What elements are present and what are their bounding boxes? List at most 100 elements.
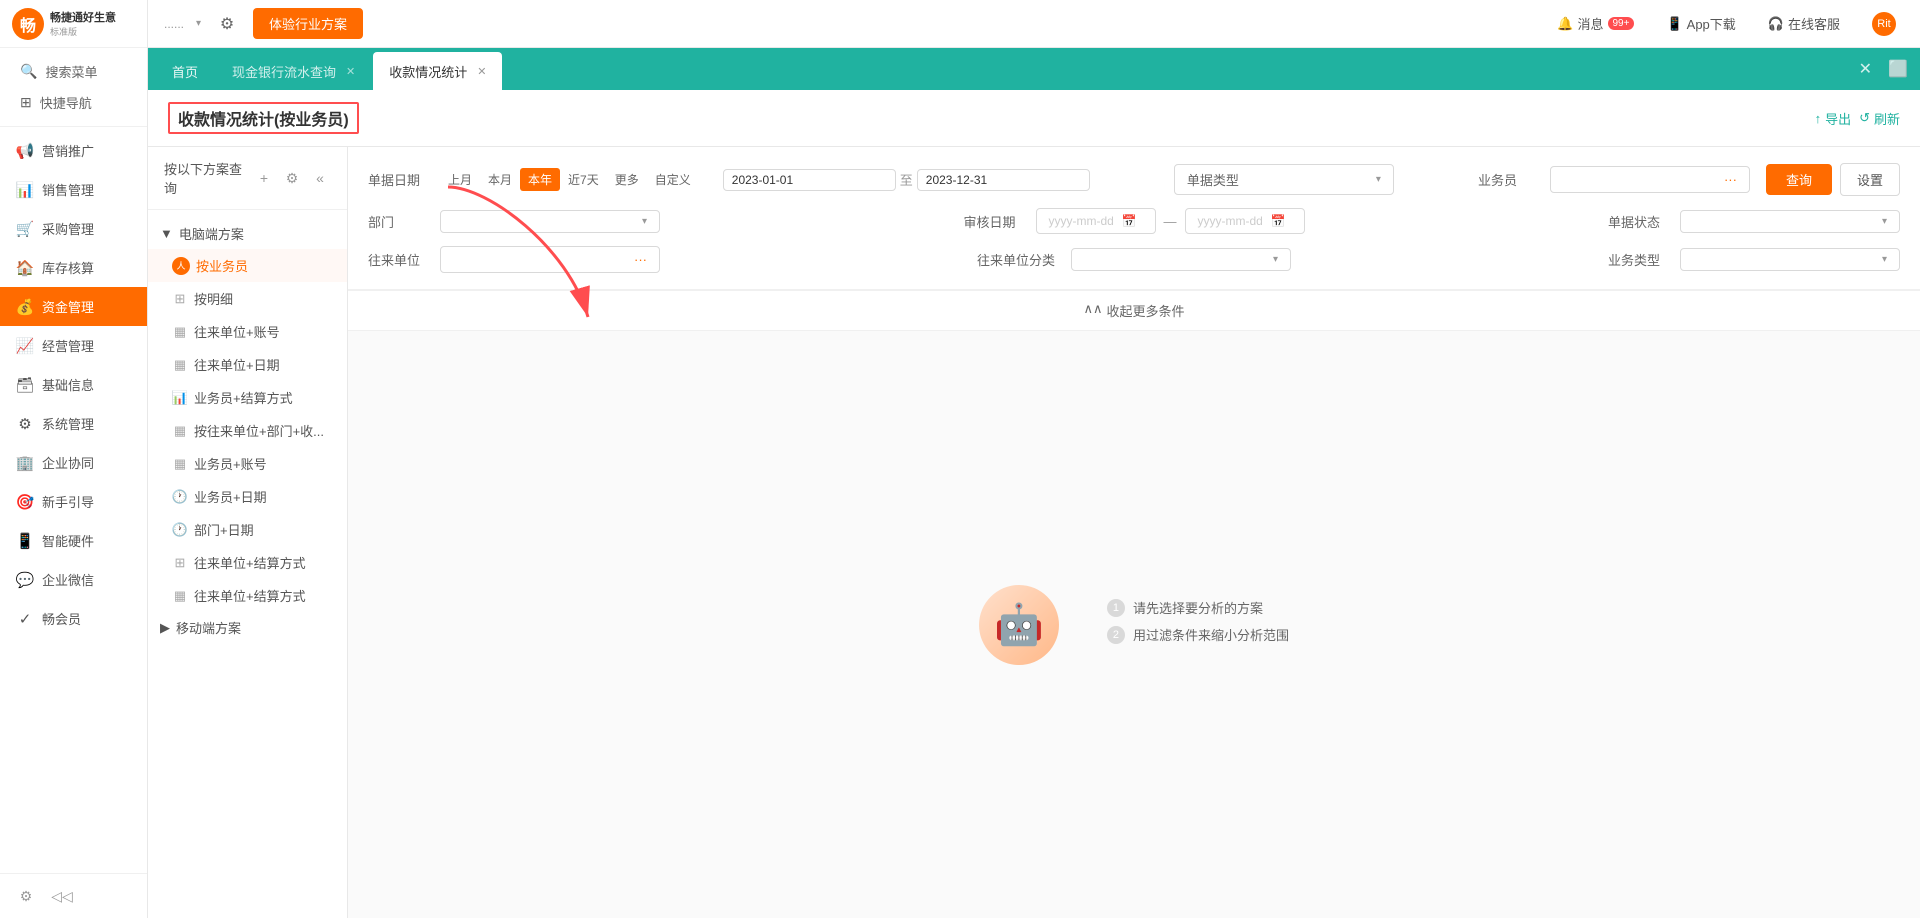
breadcrumb-text: ...... (164, 17, 184, 31)
partner-select[interactable]: ··· (440, 246, 660, 273)
tab-bank[interactable]: 现金银行流水查询 ✕ (216, 52, 371, 90)
online-service-label: 在线客服 (1788, 14, 1840, 33)
salesman-select[interactable]: ··· (1550, 166, 1750, 193)
notification-btn[interactable]: 🔔 消息 99+ (1549, 10, 1642, 37)
date-tab-this-month[interactable]: 本月 (480, 168, 520, 191)
date-tab-last-7[interactable]: 近7天 (560, 168, 607, 191)
dept-select[interactable]: ▾ (440, 210, 660, 233)
tree-item-salesman-payment[interactable]: 📊 业务员+结算方式 (148, 381, 347, 414)
tree-item-salesman-account[interactable]: ▦ 业务员+账号 (148, 447, 347, 480)
quick-nav-icon: ⊞ (20, 94, 32, 111)
refresh-btn[interactable]: ↺ 刷新 (1859, 109, 1900, 128)
quick-nav-label: 快捷导航 (40, 93, 92, 112)
breadcrumb-dropdown[interactable]: ▾ (196, 18, 201, 29)
date-tab-more[interactable]: 更多 (607, 168, 647, 191)
review-date-from[interactable]: yyyy-mm-dd 📅 (1036, 208, 1156, 234)
settings-gear-btn[interactable]: ⚙ (213, 10, 241, 38)
add-scheme-btn[interactable]: + (253, 167, 275, 189)
online-service-btn[interactable]: 🎧 在线客服 (1760, 10, 1848, 37)
tab-maximize-btn[interactable]: ⬜ (1884, 55, 1912, 83)
tree-group-desktop-header[interactable]: ▼ 电脑端方案 (148, 218, 347, 249)
sidebar-item-funds[interactable]: 💰 资金管理 (0, 287, 147, 326)
collapse-sidebar-btn[interactable]: ◁◁ (48, 882, 76, 910)
tab-window-close-btn[interactable]: ✕ (1855, 55, 1876, 83)
collapse-panel-btn[interactable]: « (309, 167, 331, 189)
tree-item-partner-payment2[interactable]: ▦ 往来单位+结算方式 (148, 579, 347, 612)
tree-group-mobile-label: 移动端方案 (176, 618, 241, 637)
collapse-bar[interactable]: ∧∧ 收起更多条件 (348, 290, 1920, 330)
left-panel: 按以下方案查询 + ⚙ « ▼ 电脑端方案 (148, 147, 348, 918)
sidebar-item-system[interactable]: ⚙ 系统管理 (0, 404, 147, 443)
sidebar-item-enterprise[interactable]: 🏢 企业协同 (0, 443, 147, 482)
sidebar-item-inventory[interactable]: 🏠 库存核算 (0, 248, 147, 287)
calendar-from-icon[interactable]: 📅 (1122, 214, 1137, 228)
tree-item-salesman-date-label: 业务员+日期 (194, 487, 267, 506)
sidebar-item-guide[interactable]: 🎯 新手引导 (0, 482, 147, 521)
tree-group-label: 电脑端方案 (179, 224, 244, 243)
review-date-separator: — (1164, 214, 1177, 229)
filter-settings-button[interactable]: 设置 (1840, 163, 1900, 196)
search-menu-item[interactable]: 🔍 搜索菜单 (12, 56, 135, 87)
doc-status-select[interactable]: ▾ (1680, 210, 1900, 233)
sidebar-nav: 📢 营销推广 📊 销售管理 🛒 采购管理 🏠 库存核算 💰 资金管理 📈 经营管… (0, 127, 147, 873)
sidebar-item-purchase[interactable]: 🛒 采购管理 (0, 209, 147, 248)
quick-nav-item[interactable]: ⊞ 快捷导航 (12, 87, 135, 118)
biz-type-select[interactable]: ▾ (1680, 248, 1900, 271)
partner-more-btn[interactable]: ··· (634, 252, 647, 267)
page-header-right: ↑ 导出 ↺ 刷新 (1815, 109, 1900, 128)
purchase-label: 采购管理 (42, 219, 94, 238)
empty-hint-2: 2 用过滤条件来缩小分析范围 (1107, 625, 1289, 644)
tab-bank-close[interactable]: ✕ (346, 65, 355, 78)
date-tab-custom[interactable]: 自定义 (647, 168, 699, 191)
tree-group-mobile-header[interactable]: ▶ 移动端方案 (148, 612, 347, 643)
basic-label: 基础信息 (42, 375, 94, 394)
settings-bottom-btn[interactable]: ⚙ (12, 882, 40, 910)
hint-text-2: 用过滤条件来缩小分析范围 (1133, 625, 1289, 644)
calendar-to-icon[interactable]: 📅 (1271, 214, 1286, 228)
tree-item-dept-date[interactable]: 🕐 部门+日期 (148, 513, 347, 546)
hardware-icon: 📱 (16, 532, 34, 550)
date-to-input[interactable] (917, 169, 1090, 191)
query-button[interactable]: 查询 (1766, 164, 1832, 195)
date-tab-this-year[interactable]: 本年 (520, 168, 560, 191)
doc-type-select[interactable]: 单据类型 ▾ (1174, 164, 1394, 195)
user-avatar-btn[interactable]: Rit (1864, 8, 1904, 40)
app-download-btn[interactable]: 📱 App下载 (1658, 10, 1743, 37)
guide-label: 新手引导 (42, 492, 94, 511)
export-btn[interactable]: ↑ 导出 (1815, 109, 1852, 128)
date-tab-last-month[interactable]: 上月 (440, 168, 480, 191)
partner-category-select[interactable]: ▾ (1071, 248, 1291, 271)
tree-item-dept-date-label: 部门+日期 (194, 520, 254, 539)
sidebar-item-member[interactable]: ✓ 畅会员 (0, 599, 147, 638)
sidebar-item-wechat[interactable]: 💬 企业微信 (0, 560, 147, 599)
tab-home[interactable]: 首页 (156, 52, 214, 90)
tree-item-partner-dept[interactable]: ▦ 按往来单位+部门+收... (148, 414, 347, 447)
review-date-to[interactable]: yyyy-mm-dd 📅 (1185, 208, 1305, 234)
sidebar-item-hardware[interactable]: 📱 智能硬件 (0, 521, 147, 560)
hint-text-1: 请先选择要分析的方案 (1133, 598, 1263, 617)
tree-group-desktop: ▼ 电脑端方案 人 按业务员 ⊞ 按明细 ▦ 往 (148, 218, 347, 612)
sidebar-item-operations[interactable]: 📈 经营管理 (0, 326, 147, 365)
tree-item-partner-account[interactable]: ▦ 往来单位+账号 (148, 315, 347, 348)
scheme-settings-btn[interactable]: ⚙ (281, 167, 303, 189)
tree-item-partner-payment1[interactable]: ⊞ 往来单位+结算方式 (148, 546, 347, 579)
dept-arrow: ▾ (642, 216, 647, 227)
date-from-input[interactable] (723, 169, 896, 191)
salesman-more-btn[interactable]: ··· (1724, 172, 1737, 187)
sidebar-item-basic[interactable]: 🗃 基础信息 (0, 365, 147, 404)
tree-item-by-detail[interactable]: ⊞ 按明细 (148, 282, 347, 315)
basic-icon: 🗃 (16, 376, 34, 394)
tree-item-by-salesman[interactable]: 人 按业务员 (148, 249, 347, 282)
empty-hints-list: 1 请先选择要分析的方案 2 用过滤条件来缩小分析范围 (1107, 598, 1289, 652)
trial-button[interactable]: 体验行业方案 (253, 8, 363, 39)
tree-item-partner-date[interactable]: ▦ 往来单位+日期 (148, 348, 347, 381)
sidebar-item-marketing[interactable]: 📢 营销推广 (0, 131, 147, 170)
tab-collection[interactable]: 收款情况统计 ✕ (373, 52, 502, 90)
right-panel: 单据日期 上月 本月 本年 近7天 更多 自定义 至 (348, 147, 1920, 918)
tree-item-salesman-date[interactable]: 🕐 业务员+日期 (148, 480, 347, 513)
logo-icon: 畅 (12, 8, 44, 40)
sidebar-item-sales[interactable]: 📊 销售管理 (0, 170, 147, 209)
tab-collection-close[interactable]: ✕ (477, 65, 486, 78)
filter-row-2: 部门 ▾ 审核日期 yyyy-mm-dd 📅 — (368, 208, 1900, 234)
guide-icon: 🎯 (16, 493, 34, 511)
